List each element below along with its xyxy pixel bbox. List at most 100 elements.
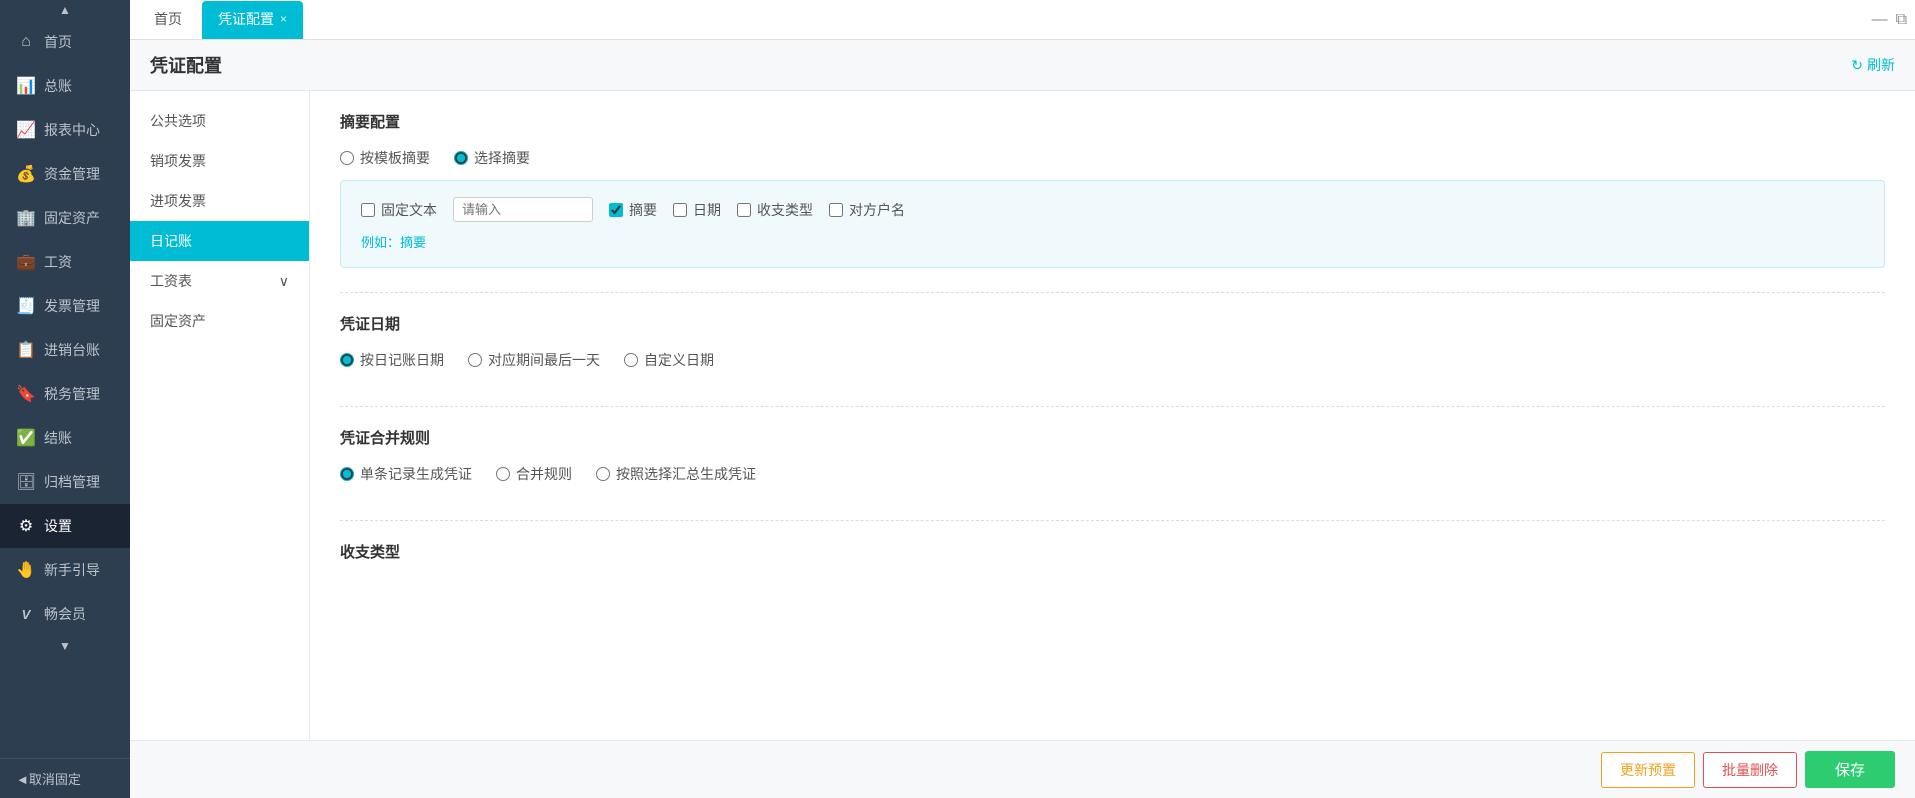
section-income-type: 收支类型 bbox=[340, 541, 1885, 602]
sidebar-item-invoice-mgmt[interactable]: 🧾 发票管理 bbox=[0, 284, 130, 328]
sidebar-item-guide[interactable]: 🤚 新手引导 bbox=[0, 548, 130, 592]
left-nav-item-payroll-table[interactable]: 工资表 ∨ bbox=[130, 261, 309, 301]
section-summary: 摘要配置 按模板摘要 选择摘要 bbox=[340, 111, 1885, 293]
option-template-summary[interactable]: 按模板摘要 bbox=[340, 148, 430, 168]
content-area: 凭证配置 ↻ 刷新 公共选项 销项发票 进项发票 日记账 bbox=[130, 40, 1915, 798]
section-date: 凭证日期 按日记账日期 对应期间最后一天 自定义日期 bbox=[340, 313, 1885, 407]
settings-icon: ⚙ bbox=[16, 516, 36, 536]
invoice-mgmt-icon: 🧾 bbox=[16, 296, 36, 316]
update-preview-button[interactable]: 更新预置 bbox=[1601, 752, 1695, 788]
sidebar-item-settings[interactable]: ⚙ 设置 bbox=[0, 504, 130, 548]
left-nav-item-journal[interactable]: 日记账 bbox=[130, 221, 309, 261]
section-merge-rule: 凭证合并规则 单条记录生成凭证 合并规则 按照选择汇总生成凭证 bbox=[340, 427, 1885, 521]
sidebar-item-settlement[interactable]: ✅ 结账 bbox=[0, 416, 130, 460]
left-nav-item-public[interactable]: 公共选项 bbox=[130, 101, 309, 141]
summary-checkbox-row: 固定文本 摘要 日期 bbox=[361, 197, 1864, 222]
sales-ledger-icon: 📋 bbox=[16, 340, 36, 360]
option-custom-date[interactable]: 自定义日期 bbox=[624, 350, 714, 370]
date-radio-row: 按日记账日期 对应期间最后一天 自定义日期 bbox=[340, 350, 1885, 370]
checkbox-date[interactable] bbox=[673, 203, 687, 217]
radio-merge-rule[interactable] bbox=[496, 467, 510, 481]
example-text: 例如：摘要 bbox=[361, 232, 1864, 251]
sidebar-item-fixed-assets[interactable]: 🏢 固定资产 bbox=[0, 196, 130, 240]
sidebar-item-archive[interactable]: 🗄 归档管理 bbox=[0, 460, 130, 504]
payroll-icon: 💼 bbox=[16, 252, 36, 272]
tab-close-button[interactable]: × bbox=[280, 12, 287, 26]
option-select-summary[interactable]: 选择摘要 bbox=[454, 148, 530, 168]
chevron-down-icon: ∨ bbox=[279, 273, 289, 290]
archive-icon: 🗄 bbox=[16, 472, 36, 492]
guide-icon: 🤚 bbox=[16, 560, 36, 580]
sidebar-scroll-up[interactable]: ▲ bbox=[0, 0, 130, 20]
sidebar-item-funds[interactable]: 💰 资金管理 bbox=[0, 152, 130, 196]
window-minimize-icon[interactable]: — bbox=[1872, 11, 1888, 29]
section-date-title: 凭证日期 bbox=[340, 313, 1885, 334]
checkbox-abstract[interactable] bbox=[609, 203, 623, 217]
page-header: 凭证配置 ↻ 刷新 bbox=[130, 40, 1915, 91]
sidebar-unpin-button[interactable]: ◄取消固定 bbox=[0, 758, 130, 798]
option-fixed-text[interactable]: 固定文本 bbox=[361, 200, 437, 220]
tab-home[interactable]: 首页 bbox=[138, 1, 198, 39]
option-date[interactable]: 日期 bbox=[673, 200, 721, 220]
tab-bar-actions: — ⧉ bbox=[1872, 11, 1907, 29]
sidebar: ▲ ⌂ 首页 📊 总账 📈 报表中心 💰 资金管理 🏢 固定资产 💼 工资 🧾 … bbox=[0, 0, 130, 798]
sidebar-item-sales-ledger[interactable]: 📋 进销台账 bbox=[0, 328, 130, 372]
checkbox-fixed-text[interactable] bbox=[361, 203, 375, 217]
sidebar-item-home[interactable]: ⌂ 首页 bbox=[0, 20, 130, 64]
radio-select-summary[interactable] bbox=[454, 151, 468, 165]
tax-mgmt-icon: 🔖 bbox=[16, 384, 36, 404]
home-icon: ⌂ bbox=[16, 33, 36, 51]
sidebar-scroll-down[interactable]: ▼ bbox=[0, 636, 130, 656]
section-income-type-title: 收支类型 bbox=[340, 541, 1885, 562]
radio-last-day-period[interactable] bbox=[468, 353, 482, 367]
option-income-type[interactable]: 收支类型 bbox=[737, 200, 813, 220]
checkbox-income-type[interactable] bbox=[737, 203, 751, 217]
section-summary-title: 摘要配置 bbox=[340, 111, 1885, 132]
left-nav-item-sales-invoice[interactable]: 销项发票 bbox=[130, 141, 309, 181]
merge-rule-radio-row: 单条记录生成凭证 合并规则 按照选择汇总生成凭证 bbox=[340, 464, 1885, 484]
summary-radio-row: 按模板摘要 选择摘要 bbox=[340, 148, 1885, 168]
bottom-bar: 更新预置 批量删除 保存 bbox=[130, 740, 1915, 798]
fixed-assets-icon: 🏢 bbox=[16, 208, 36, 228]
option-last-day-period[interactable]: 对应期间最后一天 bbox=[468, 350, 600, 370]
radio-by-journal-date[interactable] bbox=[340, 353, 354, 367]
funds-icon: 💰 bbox=[16, 164, 36, 184]
sidebar-item-member[interactable]: V 畅会员 bbox=[0, 592, 130, 636]
tab-bar: 首页 凭证配置 × — ⧉ bbox=[130, 0, 1915, 40]
sidebar-item-payroll[interactable]: 💼 工资 bbox=[0, 240, 130, 284]
section-merge-rule-title: 凭证合并规则 bbox=[340, 427, 1885, 448]
option-merge-rule[interactable]: 合并规则 bbox=[496, 464, 572, 484]
member-icon: V bbox=[16, 607, 36, 622]
batch-delete-button[interactable]: 批量删除 bbox=[1703, 752, 1797, 788]
refresh-button[interactable]: ↻ 刷新 bbox=[1851, 55, 1895, 75]
fixed-text-input[interactable] bbox=[453, 197, 593, 222]
option-by-journal-date[interactable]: 按日记账日期 bbox=[340, 350, 444, 370]
radio-template-summary[interactable] bbox=[340, 151, 354, 165]
reports-icon: 📈 bbox=[16, 120, 36, 140]
radio-custom-date[interactable] bbox=[624, 353, 638, 367]
save-button[interactable]: 保存 bbox=[1805, 751, 1895, 788]
refresh-icon: ↻ bbox=[1851, 57, 1863, 74]
left-nav-item-fixed-assets[interactable]: 固定资产 bbox=[130, 301, 309, 341]
page-title: 凭证配置 bbox=[150, 52, 222, 78]
sidebar-item-ledger[interactable]: 📊 总账 bbox=[0, 64, 130, 108]
ledger-icon: 📊 bbox=[16, 76, 36, 96]
option-select-aggregate[interactable]: 按照选择汇总生成凭证 bbox=[596, 464, 756, 484]
radio-single-record[interactable] bbox=[340, 467, 354, 481]
left-nav-item-purchase-invoice[interactable]: 进项发票 bbox=[130, 181, 309, 221]
option-abstract[interactable]: 摘要 bbox=[609, 200, 657, 220]
settlement-icon: ✅ bbox=[16, 428, 36, 448]
checkbox-counterpart[interactable] bbox=[829, 203, 843, 217]
summary-box: 固定文本 摘要 日期 bbox=[340, 180, 1885, 268]
radio-select-aggregate[interactable] bbox=[596, 467, 610, 481]
body-layout: 公共选项 销项发票 进项发票 日记账 工资表 ∨ 固定资产 bbox=[130, 91, 1915, 740]
sidebar-item-reports[interactable]: 📈 报表中心 bbox=[0, 108, 130, 152]
window-restore-icon[interactable]: ⧉ bbox=[1896, 11, 1907, 29]
sidebar-item-tax-mgmt[interactable]: 🔖 税务管理 bbox=[0, 372, 130, 416]
left-nav: 公共选项 销项发票 进项发票 日记账 工资表 ∨ 固定资产 bbox=[130, 91, 310, 740]
right-content: 摘要配置 按模板摘要 选择摘要 bbox=[310, 91, 1915, 740]
option-single-record[interactable]: 单条记录生成凭证 bbox=[340, 464, 472, 484]
option-counterpart[interactable]: 对方户名 bbox=[829, 200, 905, 220]
main-area: 首页 凭证配置 × — ⧉ 凭证配置 ↻ 刷新 公共选项 bbox=[130, 0, 1915, 798]
tab-voucher-config[interactable]: 凭证配置 × bbox=[202, 1, 303, 39]
